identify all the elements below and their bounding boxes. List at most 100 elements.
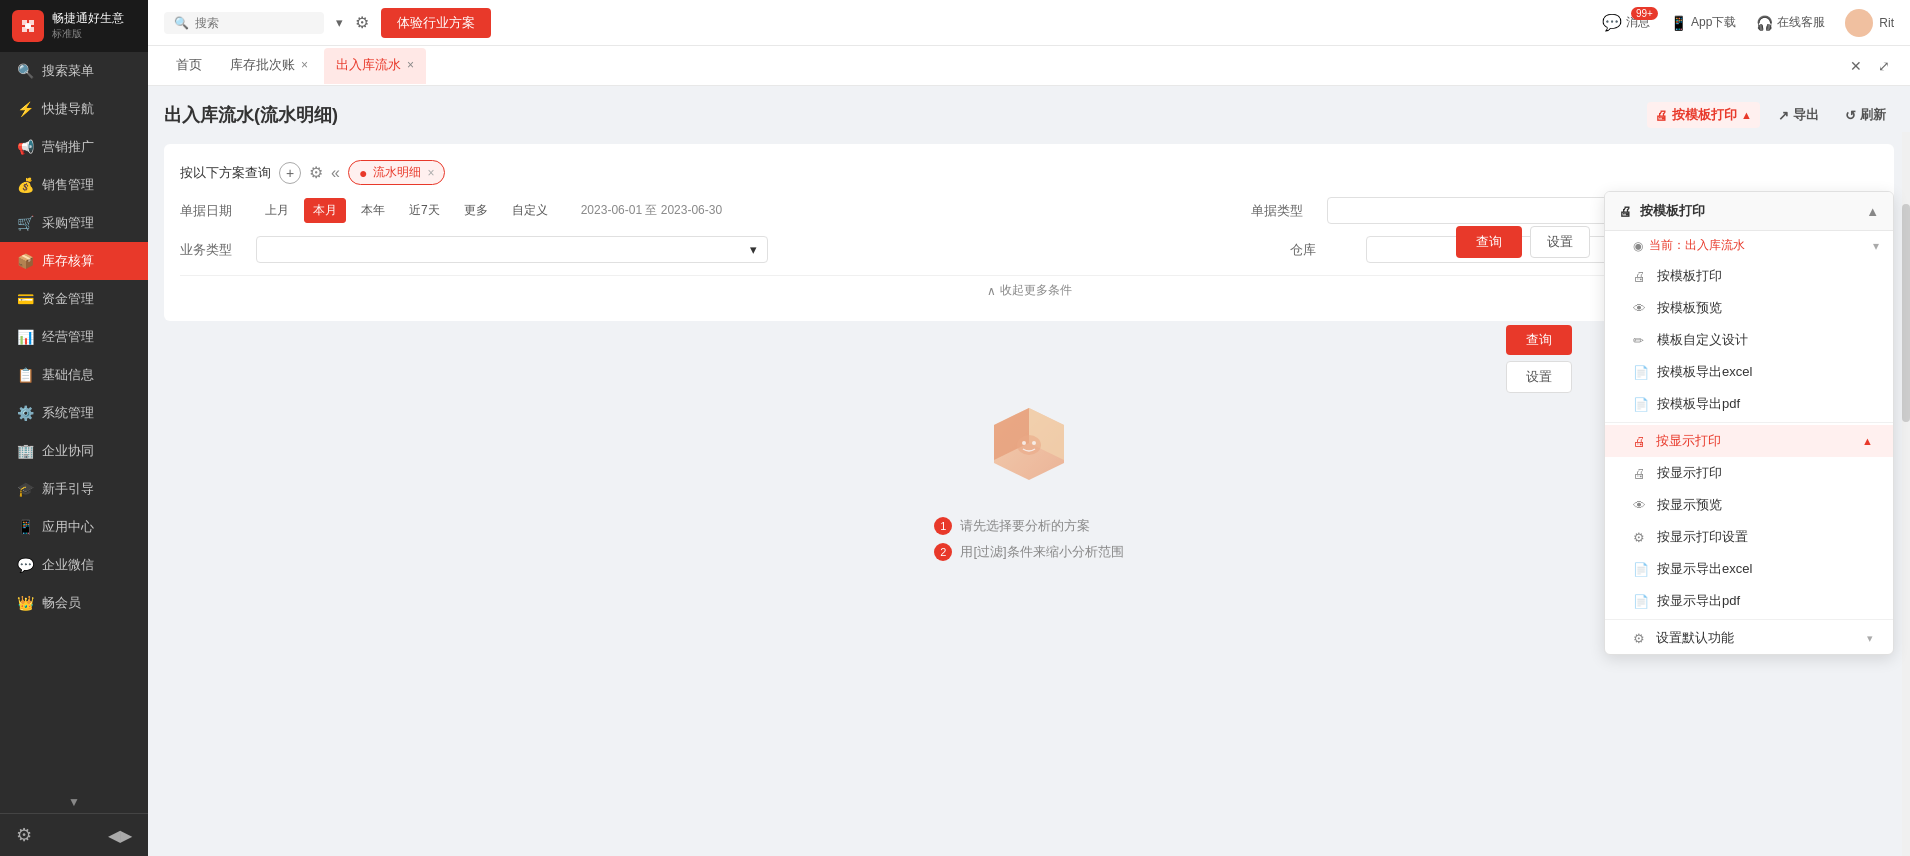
sidebar-item-system[interactable]: ⚙️ 系统管理 [0, 394, 148, 432]
sidebar-item-wechat[interactable]: 💬 企业微信 [0, 546, 148, 584]
right-scrollbar[interactable] [1902, 132, 1910, 856]
empty-tips: 1 请先选择要分析的方案 2 用[过滤]条件来缩小分析范围 [934, 513, 1123, 565]
print-dropdown-divider-2 [1605, 619, 1893, 620]
sidebar-item-marketing[interactable]: 📢 营销推广 [0, 128, 148, 166]
template-excel-label: 按模板导出excel [1657, 363, 1752, 381]
print-dropdown-item-set-default[interactable]: ⚙ 设置默认功能 ▾ [1605, 622, 1893, 654]
filter-tag-close-icon[interactable]: × [427, 166, 434, 180]
sidebar-item-sales[interactable]: 💰 销售管理 [0, 166, 148, 204]
bill-type-label: 单据类型 [1251, 202, 1311, 220]
sidebar-scroll-down[interactable]: ▼ [0, 791, 148, 813]
date-btn-last-month[interactable]: 上月 [256, 198, 298, 223]
tab-flow-close-icon[interactable]: × [407, 59, 414, 71]
marketing-icon: 📢 [16, 139, 34, 155]
template-excel-icon: 📄 [1633, 365, 1649, 380]
sidebar-item-quick-nav[interactable]: ⚡ 快捷导航 [0, 90, 148, 128]
sidebar-item-basic-label: 基础信息 [42, 366, 94, 384]
display-excel-label: 按显示导出excel [1657, 560, 1752, 578]
date-btn-7days[interactable]: 近7天 [400, 198, 449, 223]
sidebar-bottom: ⚙ ◀▶ [0, 813, 148, 856]
filter-add-button[interactable]: + [279, 162, 301, 184]
tab-home[interactable]: 首页 [164, 48, 214, 84]
print-dropdown-item-template-design[interactable]: ✏ 模板自定义设计 [1605, 324, 1893, 356]
current-chevron-icon[interactable]: ▾ [1873, 239, 1879, 253]
display-preview-label: 按显示预览 [1657, 496, 1722, 514]
sidebar-item-basic[interactable]: 📋 基础信息 [0, 356, 148, 394]
sidebar-item-enterprise-label: 企业协同 [42, 442, 94, 460]
empty-tip-2-text: 用[过滤]条件来缩小分析范围 [960, 539, 1123, 565]
date-btn-this-month[interactable]: 本月 [304, 198, 346, 223]
print-template-button[interactable]: 🖨 按模板打印 ▲ [1647, 102, 1760, 128]
business-type-dropdown-icon: ▾ [750, 242, 757, 257]
topbar-settings-icon[interactable]: ⚙ [355, 13, 369, 32]
sidebar-item-enterprise[interactable]: 🏢 企业协同 [0, 432, 148, 470]
print-dropdown: 🖨 按模板打印 ▲ ◉ 当前：出入库流水 ▾ 🖨 按模板打印 👁 按模板预览 [1604, 191, 1894, 655]
date-btn-this-year[interactable]: 本年 [352, 198, 394, 223]
topbar-messages[interactable]: 💬 消息 99+ [1602, 13, 1650, 32]
print-dropdown-item-template-excel[interactable]: 📄 按模板导出excel [1605, 356, 1893, 388]
display-section-label: 按显示打印 [1656, 432, 1721, 450]
print-dropdown-chevron-icon[interactable]: ▲ [1866, 204, 1879, 219]
print-dropdown-item-display-preview[interactable]: 👁 按显示预览 [1605, 489, 1893, 521]
refresh-button[interactable]: ↺ 刷新 [1837, 102, 1894, 128]
print-dropdown-item-template-print[interactable]: 🖨 按模板打印 [1605, 260, 1893, 292]
refresh-label: 刷新 [1860, 106, 1886, 124]
sidebar-item-member[interactable]: 👑 畅会员 [0, 584, 148, 622]
business-type-select[interactable]: ▾ [256, 236, 768, 263]
date-btn-more[interactable]: 更多 [455, 198, 497, 223]
tab-close-window-icon[interactable]: ✕ [1846, 56, 1866, 76]
query-button[interactable]: 查询 [1456, 226, 1522, 258]
printer-icon: 🖨 [1655, 108, 1668, 123]
topbar-user-area[interactable]: Rit [1845, 9, 1894, 37]
topbar-online-service[interactable]: 🎧 在线客服 [1756, 14, 1825, 31]
filter-settings-icon[interactable]: ⚙ [309, 163, 323, 182]
date-btn-custom[interactable]: 自定义 [503, 198, 557, 223]
sidebar-item-business[interactable]: 📊 经营管理 [0, 318, 148, 356]
print-dropdown-title: 按模板打印 [1640, 202, 1705, 220]
filter-action-buttons: 查询 设置 [1456, 226, 1590, 258]
warehouse-label: 仓库 [1290, 241, 1350, 259]
refresh-icon: ↺ [1845, 108, 1856, 123]
sidebar-item-search[interactable]: 🔍 搜索菜单 [0, 52, 148, 90]
export-label: 导出 [1793, 106, 1819, 124]
print-dropdown-chevron-up-icon[interactable]: ▲ [1741, 109, 1752, 121]
finance-icon: 💳 [16, 291, 34, 307]
settings-button-fixed[interactable]: 设置 [1506, 361, 1572, 393]
topbar-search-dropdown-icon[interactable]: ▾ [336, 15, 343, 30]
display-section-chevron-icon[interactable]: ▲ [1862, 435, 1873, 447]
sidebar-nav: 🔍 搜索菜单 ⚡ 快捷导航 📢 营销推广 💰 销售管理 🛒 采购管理 📦 库存核… [0, 52, 148, 791]
print-dropdown-item-display-pdf[interactable]: 📄 按显示导出pdf [1605, 585, 1893, 617]
sidebar-item-guide[interactable]: 🎓 新手引导 [0, 470, 148, 508]
print-dropdown-item-display-settings[interactable]: ⚙ 按显示打印设置 [1605, 521, 1893, 553]
purchase-icon: 🛒 [16, 215, 34, 231]
sidebar-item-wechat-label: 企业微信 [42, 556, 94, 574]
print-dropdown-display-section-header[interactable]: 🖨 按显示打印 ▲ [1605, 425, 1893, 457]
sidebar-item-appstore[interactable]: 📱 应用中心 [0, 508, 148, 546]
messages-badge: 99+ [1631, 7, 1658, 20]
topbar-app-download[interactable]: 📱 App下载 [1670, 14, 1736, 31]
set-default-chevron-icon[interactable]: ▾ [1867, 632, 1873, 645]
display-excel-icon: 📄 [1633, 562, 1649, 577]
sidebar-collapse-icon[interactable]: ◀▶ [108, 826, 132, 845]
collapse-label: 收起更多条件 [1000, 282, 1072, 299]
print-dropdown-item-display-print[interactable]: 🖨 按显示打印 [1605, 457, 1893, 489]
tab-batch[interactable]: 库存批次账 × [218, 48, 320, 84]
print-dropdown-item-template-pdf[interactable]: 📄 按模板导出pdf [1605, 388, 1893, 420]
export-button[interactable]: ↗ 导出 [1770, 102, 1827, 128]
print-dropdown-item-display-excel[interactable]: 📄 按显示导出excel [1605, 553, 1893, 585]
query-button-fixed[interactable]: 查询 [1506, 325, 1572, 355]
tab-expand-icon[interactable]: ⤢ [1874, 56, 1894, 76]
settings-button[interactable]: 设置 [1530, 226, 1590, 258]
trial-button[interactable]: 体验行业方案 [381, 8, 491, 38]
sidebar-settings-icon[interactable]: ⚙ [16, 824, 32, 846]
tab-batch-close-icon[interactable]: × [301, 59, 308, 71]
topbar-search-box[interactable]: 🔍 [164, 12, 324, 34]
topbar-search-input[interactable] [195, 16, 314, 30]
sidebar-item-finance[interactable]: 💳 资金管理 [0, 280, 148, 318]
tab-flow[interactable]: 出入库流水 × [324, 48, 426, 84]
sidebar-item-inventory[interactable]: 📦 库存核算 [0, 242, 148, 280]
filter-collapse-icon[interactable]: « [331, 164, 340, 182]
print-dropdown-item-template-preview[interactable]: 👁 按模板预览 [1605, 292, 1893, 324]
topbar: 🔍 ▾ ⚙ 体验行业方案 💬 消息 99+ 📱 App下载 🎧 在线客服 Rit [148, 0, 1910, 46]
sidebar-item-purchase[interactable]: 🛒 采购管理 [0, 204, 148, 242]
